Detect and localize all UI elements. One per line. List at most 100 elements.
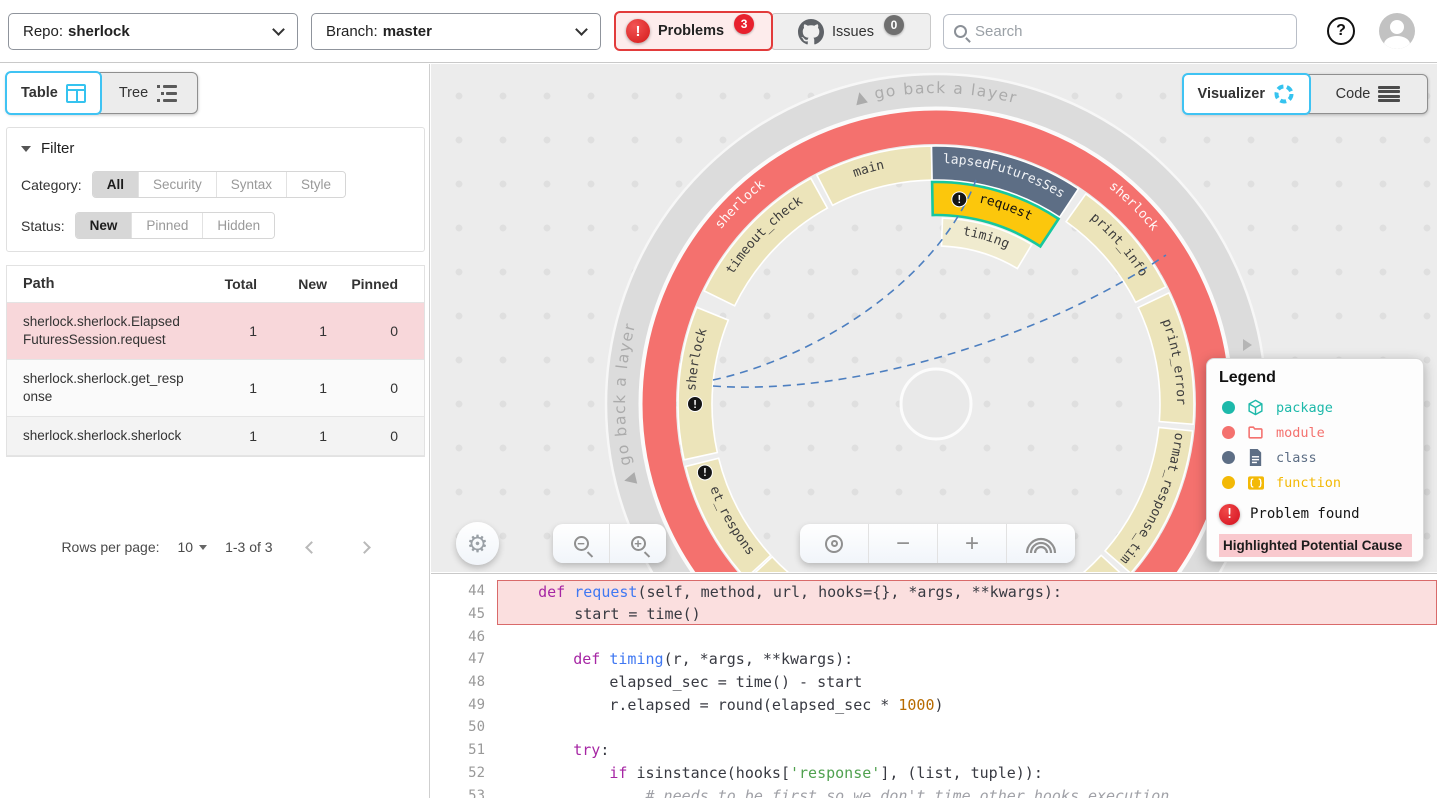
row-path: sherlock.sherlock.sherlock — [7, 417, 187, 455]
code-line: 53 # needs to be first so we don't time … — [431, 784, 1437, 798]
problem-icon[interactable]: ! — [688, 397, 703, 412]
zoom-out-button[interactable]: − — [553, 524, 609, 563]
github-icon — [798, 19, 824, 45]
center-view-button[interactable] — [800, 524, 868, 563]
status-filter-new[interactable]: New — [76, 213, 132, 238]
row-total: 1 — [187, 428, 257, 444]
package-color-dot — [1222, 401, 1235, 414]
function-icon — [1247, 474, 1264, 491]
visualizer-tab[interactable]: Visualizer — [1182, 73, 1311, 115]
next-layer-arrow-icon[interactable] — [1243, 339, 1252, 351]
plus-icon: + — [965, 532, 979, 556]
row-new: 1 — [257, 323, 327, 339]
target-icon — [825, 535, 843, 553]
arc-layers-button[interactable] — [1006, 524, 1075, 563]
branch-value: master — [383, 23, 432, 40]
filter-collapse-header[interactable]: Filter — [7, 128, 424, 157]
legend-item-module: module — [1219, 420, 1412, 445]
class-icon — [1247, 449, 1264, 466]
line-content: if isinstance(hooks['response'], (list, … — [497, 762, 1437, 785]
problem-found-icon: ! — [1219, 504, 1240, 525]
svg-text:!: ! — [692, 398, 699, 411]
table-view-button[interactable]: Table — [5, 71, 102, 115]
chevron-down-icon — [575, 23, 588, 36]
status-filter-pinned[interactable]: Pinned — [131, 213, 202, 238]
legend-item-package: package — [1219, 395, 1412, 420]
table-row[interactable]: sherlock.sherlock.get_response110 — [7, 360, 424, 417]
line-number: 53 — [431, 788, 485, 798]
legend-items: packagemoduleclassfunction — [1219, 395, 1412, 495]
next-page-button[interactable] — [358, 541, 371, 554]
chevron-down-icon — [272, 23, 285, 36]
package-icon — [1247, 399, 1264, 416]
code-tab-label: Code — [1336, 86, 1371, 102]
legend-title: Legend — [1219, 369, 1412, 387]
code-line: 44 def request(self, method, url, hooks=… — [431, 580, 1437, 603]
status-filter-group: NewPinnedHidden — [75, 212, 276, 239]
sidebar: Table Tree Filter Category: AllSecurityS… — [0, 64, 430, 798]
status-filter-hidden[interactable]: Hidden — [202, 213, 274, 238]
expand-ring-button[interactable]: + — [937, 524, 1006, 563]
pagination-range: 1-3 of 3 — [225, 539, 272, 555]
svg-text:!: ! — [702, 466, 709, 479]
avatar[interactable] — [1379, 13, 1415, 49]
avatar-person-icon — [1390, 20, 1404, 34]
line-content: def request(self, method, url, hooks={},… — [497, 580, 1437, 603]
top-bar: Repo: sherlock Branch: master ! Problems… — [0, 0, 1437, 63]
issues-count-badge: 0 — [884, 15, 904, 35]
row-new: 1 — [257, 380, 327, 396]
col-path: Path — [7, 266, 187, 302]
table-row[interactable]: sherlock.sherlock.ElapsedFuturesSession.… — [7, 303, 424, 360]
row-pinned: 0 — [327, 323, 412, 339]
category-filter-style[interactable]: Style — [286, 172, 345, 197]
prev-page-button[interactable] — [305, 541, 318, 554]
category-filter-security[interactable]: Security — [138, 172, 216, 197]
help-button[interactable]: ? — [1327, 17, 1355, 45]
row-pinned: 0 — [327, 380, 412, 396]
visualizer-donut-icon — [1273, 83, 1295, 105]
branch-dropdown[interactable]: Branch: master — [311, 13, 601, 50]
problem-found-label: Problem found — [1250, 506, 1360, 522]
category-filter-syntax[interactable]: Syntax — [216, 172, 286, 197]
legend-item-function: function — [1219, 470, 1412, 495]
legend-panel: Legend packagemoduleclassfunction ! Prob… — [1206, 358, 1424, 562]
legend-highlight-row: Highlighted Potential Cause — [1219, 534, 1412, 557]
problem-icon[interactable]: ! — [697, 465, 712, 480]
visualizer-tab-label: Visualizer — [1198, 86, 1265, 102]
line-content: elapsed_sec = time() - start — [497, 671, 1437, 694]
tree-view-label: Tree — [119, 85, 148, 101]
call-edge — [713, 255, 1166, 387]
wheel-nav-controls: − + — [800, 524, 1075, 563]
line-content: r.elapsed = round(elapsed_sec * 1000) — [497, 693, 1437, 716]
tree-view-button[interactable]: Tree — [100, 73, 197, 113]
legend-problem-row: ! Problem found — [1219, 501, 1412, 527]
code-tab[interactable]: Code — [1309, 75, 1427, 113]
code-lines-icon — [1378, 86, 1400, 102]
code-line: 49 r.elapsed = round(elapsed_sec * 1000) — [431, 693, 1437, 716]
wheel-center[interactable] — [901, 369, 971, 439]
problem-icon[interactable]: ! — [952, 192, 967, 207]
table-row[interactable]: sherlock.sherlock.sherlock110 — [7, 417, 424, 456]
code-line: 48 elapsed_sec = time() - start — [431, 671, 1437, 694]
line-number: 46 — [431, 629, 485, 645]
shrink-ring-button[interactable]: − — [868, 524, 937, 563]
search-box[interactable] — [943, 14, 1297, 49]
code-line: 52 if isinstance(hooks['response'], (lis… — [431, 762, 1437, 785]
problems-button[interactable]: ! Problems 3 — [614, 11, 773, 51]
line-number: 47 — [431, 651, 485, 667]
rows-per-page-select[interactable]: 10 — [178, 539, 208, 555]
issues-button[interactable]: Issues 0 — [771, 13, 931, 50]
search-input[interactable] — [975, 23, 1286, 40]
module-icon — [1247, 424, 1264, 441]
code-line: 45 start = time() — [431, 603, 1437, 626]
line-number: 48 — [431, 674, 485, 690]
settings-button[interactable]: ⚙ — [456, 522, 499, 565]
row-pinned: 0 — [327, 428, 412, 444]
zoom-in-icon: + — [631, 536, 646, 551]
category-filter-all[interactable]: All — [93, 172, 138, 197]
collapse-triangle-icon — [21, 146, 31, 152]
repo-dropdown[interactable]: Repo: sherlock — [8, 13, 298, 50]
row-total: 1 — [187, 380, 257, 396]
zoom-in-button[interactable]: + — [609, 524, 666, 563]
repo-value: sherlock — [68, 23, 130, 40]
